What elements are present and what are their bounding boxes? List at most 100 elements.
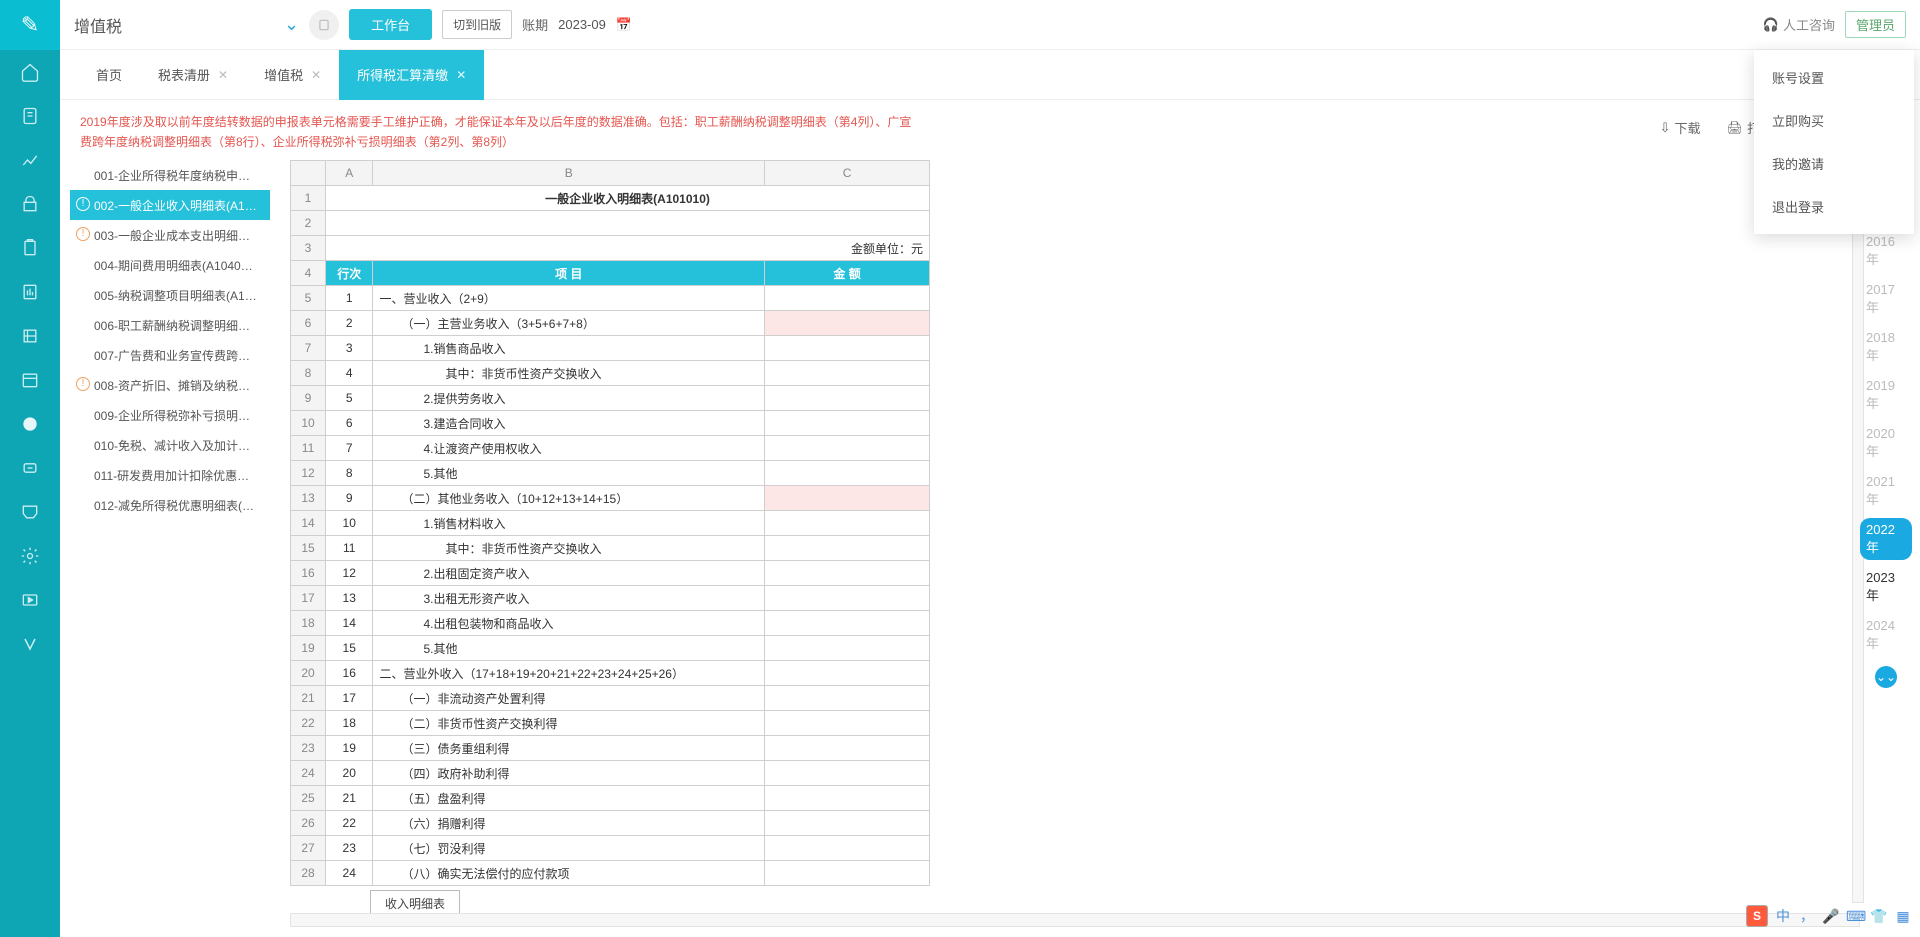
form-item-label: 009-企业所得税弥补亏损明… <box>94 407 250 424</box>
left-nav-rail: ✎ <box>0 0 60 937</box>
usermenu-item-2[interactable]: 我的邀请 <box>1754 142 1914 185</box>
nav-settings-icon[interactable] <box>0 534 60 578</box>
calendar-icon[interactable]: 📅 <box>616 17 632 33</box>
nav-doc-icon[interactable] <box>0 94 60 138</box>
close-icon[interactable]: ✕ <box>218 68 228 82</box>
form-sidebar: 001-企业所得税年度纳税申…! 002-一般企业收入明细表(A1…! 003-一般… <box>70 160 270 520</box>
nav-link-icon[interactable] <box>0 446 60 490</box>
page-tabs: 首页 税表清册 ✕ 增值税 ✕ 所得税汇算清缴 ✕ <box>60 50 1920 100</box>
form-item-label: 010-免税、减计收入及加计… <box>94 437 250 454</box>
form-item-1[interactable]: ! 002-一般企业收入明细表(A1… <box>70 190 270 220</box>
tab-1[interactable]: 税表清册 ✕ <box>140 50 246 100</box>
toolbar: 2019年度涉及取以前年度结转数据的申报表单元格需要手工维护正确，才能保证本年及… <box>60 100 1860 161</box>
form-item-7[interactable]: ! 008-资产折旧、摊销及纳税… <box>70 370 270 400</box>
consult-link[interactable]: 🎧 人工咨询 <box>1763 15 1835 34</box>
year-2019年[interactable]: 2019年 <box>1860 374 1912 416</box>
form-item-label: 008-资产折旧、摊销及纳税… <box>94 377 250 394</box>
nav-inbox-icon[interactable] <box>0 490 60 534</box>
sheet-title: 一般企业收入明细表(A101010) <box>326 186 930 211</box>
user-menu: 账号设置立即购买我的邀请退出登录 <box>1754 50 1914 234</box>
usermenu-item-1[interactable]: 立即购买 <box>1754 99 1914 142</box>
form-item-8[interactable]: 009-企业所得税弥补亏损明… <box>70 400 270 430</box>
form-item-label: 011-研发费用加计扣除优惠… <box>94 467 249 484</box>
form-item-label: 004-期间费用明细表(A1040… <box>94 257 253 274</box>
nav-report-icon[interactable] <box>0 270 60 314</box>
tab-label: 所得税汇算清缴 <box>357 65 448 84</box>
horizontal-scrollbar[interactable] <box>290 913 1860 927</box>
form-item-4[interactable]: 005-纳税调整项目明细表(A1… <box>70 280 270 310</box>
admin-button[interactable]: 管理员 <box>1845 11 1906 38</box>
tab-2[interactable]: 增值税 ✕ <box>246 50 339 100</box>
warning-text: 2019年度涉及取以前年度结转数据的申报表单元格需要手工维护正确，才能保证本年及… <box>80 112 920 153</box>
nav-misc-icon[interactable] <box>0 314 60 358</box>
year-2020年[interactable]: 2020年 <box>1860 422 1912 464</box>
form-item-label: 007-广告费和业务宣传费跨… <box>94 347 250 364</box>
spreadsheet: ABC1一般企业收入明细表(A101010)23金额单位：元4行次项 目金 额5… <box>290 160 930 886</box>
tab-3[interactable]: 所得税汇算清缴 ✕ <box>339 50 484 100</box>
nav-home-icon[interactable] <box>0 50 60 94</box>
year-2018年[interactable]: 2018年 <box>1860 326 1912 368</box>
year-2022年[interactable]: 2022年 <box>1860 518 1912 560</box>
nav-video-icon[interactable] <box>0 578 60 622</box>
form-item-6[interactable]: 007-广告费和业务宣传费跨… <box>70 340 270 370</box>
entity-select-input[interactable] <box>74 16 274 34</box>
usermenu-item-0[interactable]: 账号设置 <box>1754 56 1914 99</box>
ime-bar: S 中 ， 🎤 ⌨ 👕 ▦ <box>1746 903 1912 929</box>
ime-punct-icon[interactable]: ， <box>1798 906 1816 926</box>
consult-label: 人工咨询 <box>1783 15 1835 34</box>
period-value: 2023-09 <box>558 17 606 32</box>
year-more-icon[interactable]: ⌄⌄ <box>1875 666 1897 688</box>
year-picker: 2016年 2017年 2018年 2019年 2020年 2021年 2022年 2023年… <box>1860 230 1912 688</box>
nav-date-icon[interactable] <box>0 358 60 402</box>
download-button[interactable]: ⇩ 下载 <box>1660 118 1701 137</box>
switch-old-button[interactable]: 切到旧版 <box>442 10 512 39</box>
form-item-label: 002-一般企业收入明细表(A1… <box>94 197 257 214</box>
form-item-9[interactable]: 010-免税、减计收入及加计… <box>70 430 270 460</box>
app-logo: ✎ <box>0 0 60 50</box>
nav-chart-icon[interactable] <box>0 138 60 182</box>
form-item-label: 006-职工薪酬纳税调整明细… <box>94 317 250 334</box>
year-2021年[interactable]: 2021年 <box>1860 470 1912 512</box>
form-item-11[interactable]: 012-减免所得税优惠明细表(… <box>70 490 270 520</box>
tab-label: 增值税 <box>264 65 303 84</box>
nav-tax-icon[interactable] <box>0 402 60 446</box>
tab-label: 税表清册 <box>158 65 210 84</box>
form-item-label: 001-企业所得税年度纳税申… <box>94 167 250 184</box>
form-item-label: 005-纳税调整项目明细表(A1… <box>94 287 257 304</box>
ime-grid-icon[interactable]: ▦ <box>1894 908 1912 925</box>
ime-logo-icon[interactable]: S <box>1746 905 1768 927</box>
ime-keyboard-icon[interactable]: ⌨ <box>1846 908 1864 925</box>
nav-bag-icon[interactable] <box>0 182 60 226</box>
top-header: ⌄ 工作台 切到旧版 账期 2023-09 📅 🎧 人工咨询 管理员 <box>60 0 1920 50</box>
workbench-button[interactable]: 工作台 <box>349 9 432 40</box>
year-2017年[interactable]: 2017年 <box>1860 278 1912 320</box>
form-item-2[interactable]: ! 003-一般企业成本支出明细… <box>70 220 270 250</box>
close-icon[interactable]: ✕ <box>311 68 321 82</box>
form-item-label: 012-减免所得税优惠明细表(… <box>94 497 254 514</box>
form-item-3[interactable]: 004-期间费用明细表(A1040… <box>70 250 270 280</box>
year-2016年[interactable]: 2016年 <box>1860 230 1912 272</box>
close-icon[interactable]: ✕ <box>456 68 466 82</box>
grid-table[interactable]: ABC1一般企业收入明细表(A101010)23金额单位：元4行次项 目金 额5… <box>290 160 930 886</box>
warn-mark-icon: ! <box>76 227 90 241</box>
year-2023年[interactable]: 2023年 <box>1860 566 1912 608</box>
form-item-label: 003-一般企业成本支出明细… <box>94 227 250 244</box>
ime-skin-icon[interactable]: 👕 <box>1870 908 1888 925</box>
warn-mark-icon: ! <box>76 377 90 391</box>
form-item-0[interactable]: 001-企业所得税年度纳税申… <box>70 160 270 190</box>
period-label: 账期 <box>522 15 548 34</box>
ime-lang-icon[interactable]: 中 <box>1774 906 1792 926</box>
form-item-10[interactable]: 011-研发费用加计扣除优惠… <box>70 460 270 490</box>
warn-mark-icon: ! <box>76 197 90 211</box>
form-item-5[interactable]: 006-职工薪酬纳税调整明细… <box>70 310 270 340</box>
year-2024年[interactable]: 2024年 <box>1860 614 1912 656</box>
nav-clipboard-icon[interactable] <box>0 226 60 270</box>
nav-v-icon[interactable] <box>0 622 60 666</box>
unit-label: 金额单位：元 <box>326 236 930 261</box>
usermenu-item-3[interactable]: 退出登录 <box>1754 185 1914 228</box>
chevron-down-icon[interactable]: ⌄ <box>284 14 299 35</box>
tab-label: 首页 <box>96 65 122 84</box>
ime-mic-icon[interactable]: 🎤 <box>1822 908 1840 925</box>
round-icon[interactable] <box>309 10 339 40</box>
tab-0[interactable]: 首页 <box>78 50 140 100</box>
